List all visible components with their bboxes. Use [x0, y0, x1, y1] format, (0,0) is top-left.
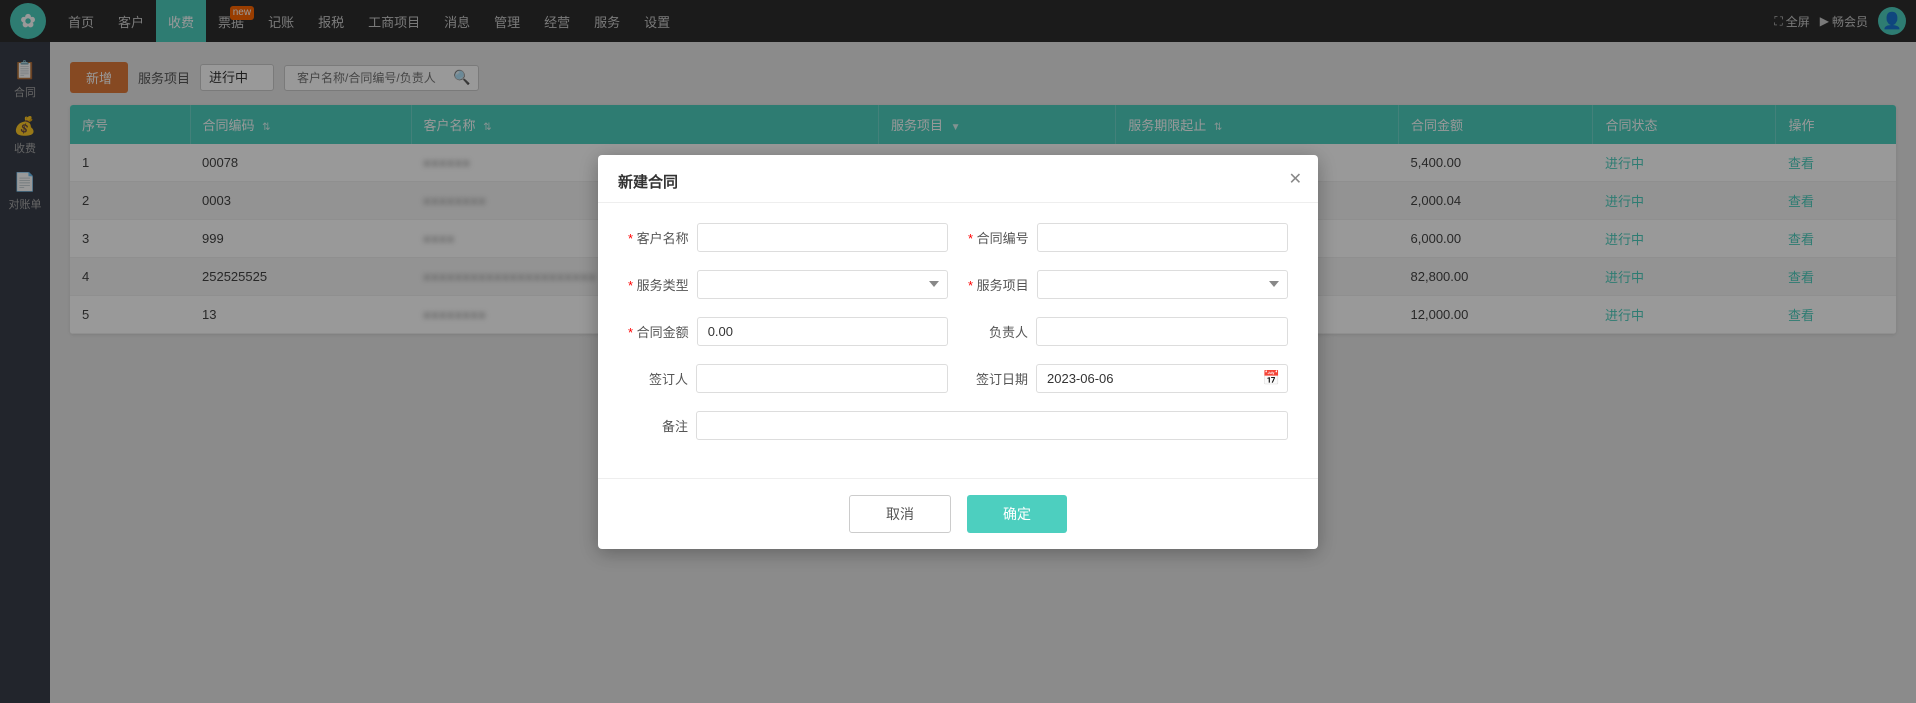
- field-responsible: 负责人: [968, 317, 1288, 346]
- form-row-4: 签订人 签订日期 📅: [628, 364, 1288, 393]
- field-customer: 客户名称: [628, 223, 948, 252]
- field-service-item: 服务项目: [968, 270, 1288, 299]
- modal-body: 客户名称 合同编号 服务类型 服务项目: [598, 203, 1318, 478]
- confirm-button[interactable]: 确定: [967, 495, 1067, 533]
- responsible-input[interactable]: [1036, 317, 1288, 346]
- field-sign-date: 签订日期 📅: [968, 364, 1288, 393]
- remark-input[interactable]: [696, 411, 1288, 440]
- signer-label: 签订人: [628, 369, 688, 388]
- remark-label: 备注: [628, 416, 688, 435]
- customer-label: 客户名称: [628, 228, 689, 247]
- service-item-label: 服务项目: [968, 275, 1029, 294]
- form-row-2: 服务类型 服务项目: [628, 270, 1288, 299]
- field-contract-no: 合同编号: [968, 223, 1288, 252]
- contract-no-input[interactable]: [1037, 223, 1288, 252]
- modal-title: 新建合同: [598, 155, 1318, 203]
- modal-overlay: 新建合同 ✕ 客户名称 合同编号 服务类型: [0, 0, 1916, 703]
- signer-input[interactable]: [696, 364, 948, 393]
- calendar-icon[interactable]: 📅: [1263, 370, 1280, 387]
- form-row-1: 客户名称 合同编号: [628, 223, 1288, 252]
- field-service-type: 服务类型: [628, 270, 948, 299]
- field-signer: 签订人: [628, 364, 948, 393]
- amount-label: 合同金额: [628, 322, 689, 341]
- field-amount: 合同金额: [628, 317, 948, 346]
- service-type-select[interactable]: [697, 270, 948, 299]
- date-input-wrap: 📅: [1036, 364, 1288, 393]
- amount-input[interactable]: [697, 317, 948, 346]
- customer-name-input[interactable]: [697, 223, 948, 252]
- cancel-button[interactable]: 取消: [849, 495, 951, 533]
- field-remark: 备注: [628, 411, 1288, 440]
- service-item-select[interactable]: [1037, 270, 1288, 299]
- responsible-label: 负责人: [968, 322, 1028, 341]
- form-row-3: 合同金额 负责人: [628, 317, 1288, 346]
- service-type-label: 服务类型: [628, 275, 689, 294]
- sign-date-label: 签订日期: [968, 369, 1028, 388]
- modal-close-button[interactable]: ✕: [1289, 169, 1302, 189]
- new-contract-modal: 新建合同 ✕ 客户名称 合同编号 服务类型: [598, 155, 1318, 549]
- contract-no-label: 合同编号: [968, 228, 1029, 247]
- modal-footer: 取消 确定: [598, 478, 1318, 549]
- form-row-5: 备注: [628, 411, 1288, 440]
- sign-date-input[interactable]: [1036, 364, 1288, 393]
